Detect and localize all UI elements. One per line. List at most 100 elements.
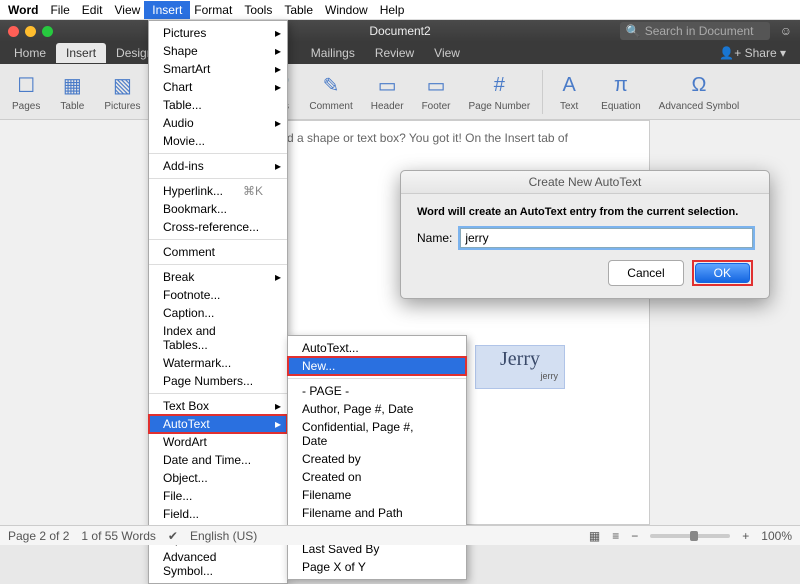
signature-name: Jerry bbox=[476, 346, 564, 371]
name-label: Name: bbox=[417, 231, 452, 245]
zoom-out-button[interactable]: − bbox=[631, 529, 638, 543]
menu-item-bookmark[interactable]: Bookmark... bbox=[149, 200, 287, 218]
menu-item-hyperlink[interactable]: Hyperlink...⌘K bbox=[149, 182, 287, 200]
menu-table[interactable]: Table bbox=[284, 3, 313, 17]
text-icon: A bbox=[555, 72, 583, 100]
search-icon: 🔍 bbox=[626, 24, 641, 38]
tab-mailings[interactable]: Mailings bbox=[301, 43, 365, 63]
menu-item-table[interactable]: Table... bbox=[149, 96, 287, 114]
menu-item-wordart[interactable]: WordArt bbox=[149, 433, 287, 451]
titlebar: Document2 🔍 Search in Document ☺ bbox=[0, 20, 800, 42]
name-input[interactable] bbox=[460, 228, 753, 248]
user-icon[interactable]: ☺ bbox=[780, 24, 792, 38]
menu-item-movie[interactable]: Movie... bbox=[149, 132, 287, 150]
tab-insert[interactable]: Insert bbox=[56, 43, 106, 63]
ribbon-pages[interactable]: ☐Pages bbox=[6, 72, 46, 112]
search-placeholder: Search in Document bbox=[645, 24, 754, 38]
menu-item-caption[interactable]: Caption... bbox=[149, 304, 287, 322]
menu-window[interactable]: Window bbox=[325, 3, 368, 17]
menu-item-object[interactable]: Object... bbox=[149, 469, 287, 487]
menu-item-file[interactable]: File... bbox=[149, 487, 287, 505]
document-title: Document2 bbox=[369, 24, 430, 38]
menu-item-shape[interactable]: Shape▸ bbox=[149, 42, 287, 60]
create-autotext-dialog: Create New AutoText Word will create an … bbox=[400, 170, 770, 299]
menu-item-created-on[interactable]: Created on bbox=[288, 468, 466, 486]
menu-item-advanced-symbol[interactable]: Advanced Symbol... bbox=[149, 548, 287, 580]
menu-item-autotext[interactable]: AutoText▸ bbox=[149, 415, 287, 433]
menu-format[interactable]: Format bbox=[194, 3, 232, 17]
menu-file[interactable]: File bbox=[50, 3, 69, 17]
comment-icon: ✎ bbox=[317, 72, 345, 100]
menu-item-watermark[interactable]: Watermark... bbox=[149, 354, 287, 372]
menu-item-pictures[interactable]: Pictures▸ bbox=[149, 24, 287, 42]
ribbon-equation[interactable]: πEquation bbox=[595, 72, 646, 112]
ribbon-text[interactable]: AText bbox=[549, 72, 589, 112]
menu-item-created-by[interactable]: Created by bbox=[288, 450, 466, 468]
view-print-icon[interactable]: ▦ bbox=[589, 529, 600, 543]
ribbon-table[interactable]: ▦Table bbox=[52, 72, 92, 112]
pictures-icon: ▧ bbox=[108, 72, 136, 100]
status-page[interactable]: Page 2 of 2 bbox=[8, 529, 69, 543]
tab-view[interactable]: View bbox=[424, 43, 470, 63]
menu-item-break[interactable]: Break▸ bbox=[149, 268, 287, 286]
menu-item-chart[interactable]: Chart▸ bbox=[149, 78, 287, 96]
zoom-value[interactable]: 100% bbox=[761, 529, 792, 543]
mac-menubar: Word File Edit View Insert Format Tools … bbox=[0, 0, 800, 20]
menu-item-page[interactable]: - PAGE - bbox=[288, 382, 466, 400]
ribbon: ☐Pages▦Table▧Pictures⬢Add-ins♫Media🔗Link… bbox=[0, 64, 800, 120]
status-words[interactable]: 1 of 55 Words bbox=[81, 529, 155, 543]
view-web-icon[interactable]: ≡ bbox=[612, 529, 619, 543]
signature-selection[interactable]: Jerry jerry bbox=[475, 345, 565, 389]
menu-item-smartart[interactable]: SmartArt▸ bbox=[149, 60, 287, 78]
menu-item-text-box[interactable]: Text Box▸ bbox=[149, 397, 287, 415]
menu-item-add-ins[interactable]: Add-ins▸ bbox=[149, 157, 287, 175]
submenu-arrow-icon: ▸ bbox=[275, 116, 281, 130]
ok-button[interactable]: OK bbox=[695, 263, 750, 283]
menu-item-cross-reference[interactable]: Cross-reference... bbox=[149, 218, 287, 236]
page-number-icon: # bbox=[485, 72, 513, 100]
menu-item-new[interactable]: New... bbox=[288, 357, 466, 375]
menu-help[interactable]: Help bbox=[380, 3, 405, 17]
signature-small: jerry bbox=[476, 371, 564, 381]
menu-item-date-and-time[interactable]: Date and Time... bbox=[149, 451, 287, 469]
menu-item-index-and-tables[interactable]: Index and Tables... bbox=[149, 322, 287, 354]
ribbon-footer[interactable]: ▭Footer bbox=[416, 72, 457, 112]
status-lang[interactable]: English (US) bbox=[190, 529, 257, 543]
ribbon-tabs: Home Insert Design Layout References Mai… bbox=[0, 42, 800, 64]
menu-item-footnote[interactable]: Footnote... bbox=[149, 286, 287, 304]
menu-item-filename[interactable]: Filename bbox=[288, 486, 466, 504]
submenu-arrow-icon: ▸ bbox=[275, 26, 281, 40]
search-input[interactable]: 🔍 Search in Document bbox=[620, 22, 770, 40]
menu-item-confidential-page-date[interactable]: Confidential, Page #, Date bbox=[288, 418, 466, 450]
menu-view[interactable]: View bbox=[114, 3, 140, 17]
menu-item-author-page-date[interactable]: Author, Page #, Date bbox=[288, 400, 466, 418]
ribbon-pictures[interactable]: ▧Pictures bbox=[98, 72, 146, 112]
menu-edit[interactable]: Edit bbox=[82, 3, 103, 17]
spellcheck-icon[interactable]: ✔︎ bbox=[168, 529, 178, 543]
tab-review[interactable]: Review bbox=[365, 43, 424, 63]
ribbon-header[interactable]: ▭Header bbox=[365, 72, 410, 112]
submenu-arrow-icon: ▸ bbox=[275, 44, 281, 58]
zoom-in-button[interactable]: + bbox=[742, 529, 749, 543]
menu-item-field[interactable]: Field... bbox=[149, 505, 287, 523]
submenu-arrow-icon: ▸ bbox=[275, 159, 281, 173]
submenu-arrow-icon: ▸ bbox=[275, 80, 281, 94]
share-button[interactable]: 👤+ Share ▾ bbox=[709, 46, 796, 60]
menu-item-page-numbers[interactable]: Page Numbers... bbox=[149, 372, 287, 390]
menu-insert[interactable]: Insert bbox=[144, 1, 190, 19]
tab-home[interactable]: Home bbox=[4, 43, 56, 63]
menu-item-page-x-of-y[interactable]: Page X of Y bbox=[288, 558, 466, 576]
zoom-slider[interactable] bbox=[650, 534, 730, 538]
ribbon-comment[interactable]: ✎Comment bbox=[303, 72, 358, 112]
menu-item-comment[interactable]: Comment bbox=[149, 243, 287, 261]
ribbon-advanced-symbol[interactable]: ΩAdvanced Symbol bbox=[653, 72, 746, 112]
window-controls[interactable] bbox=[8, 26, 53, 37]
menu-tools[interactable]: Tools bbox=[244, 3, 272, 17]
ribbon-page-number[interactable]: #Page Number bbox=[462, 72, 536, 112]
menu-item-filename-and-path[interactable]: Filename and Path bbox=[288, 504, 466, 522]
advanced-symbol-icon: Ω bbox=[685, 72, 713, 100]
equation-icon: π bbox=[607, 72, 635, 100]
menu-item-autotext[interactable]: AutoText... bbox=[288, 339, 466, 357]
cancel-button[interactable]: Cancel bbox=[608, 260, 683, 286]
menu-item-audio[interactable]: Audio▸ bbox=[149, 114, 287, 132]
